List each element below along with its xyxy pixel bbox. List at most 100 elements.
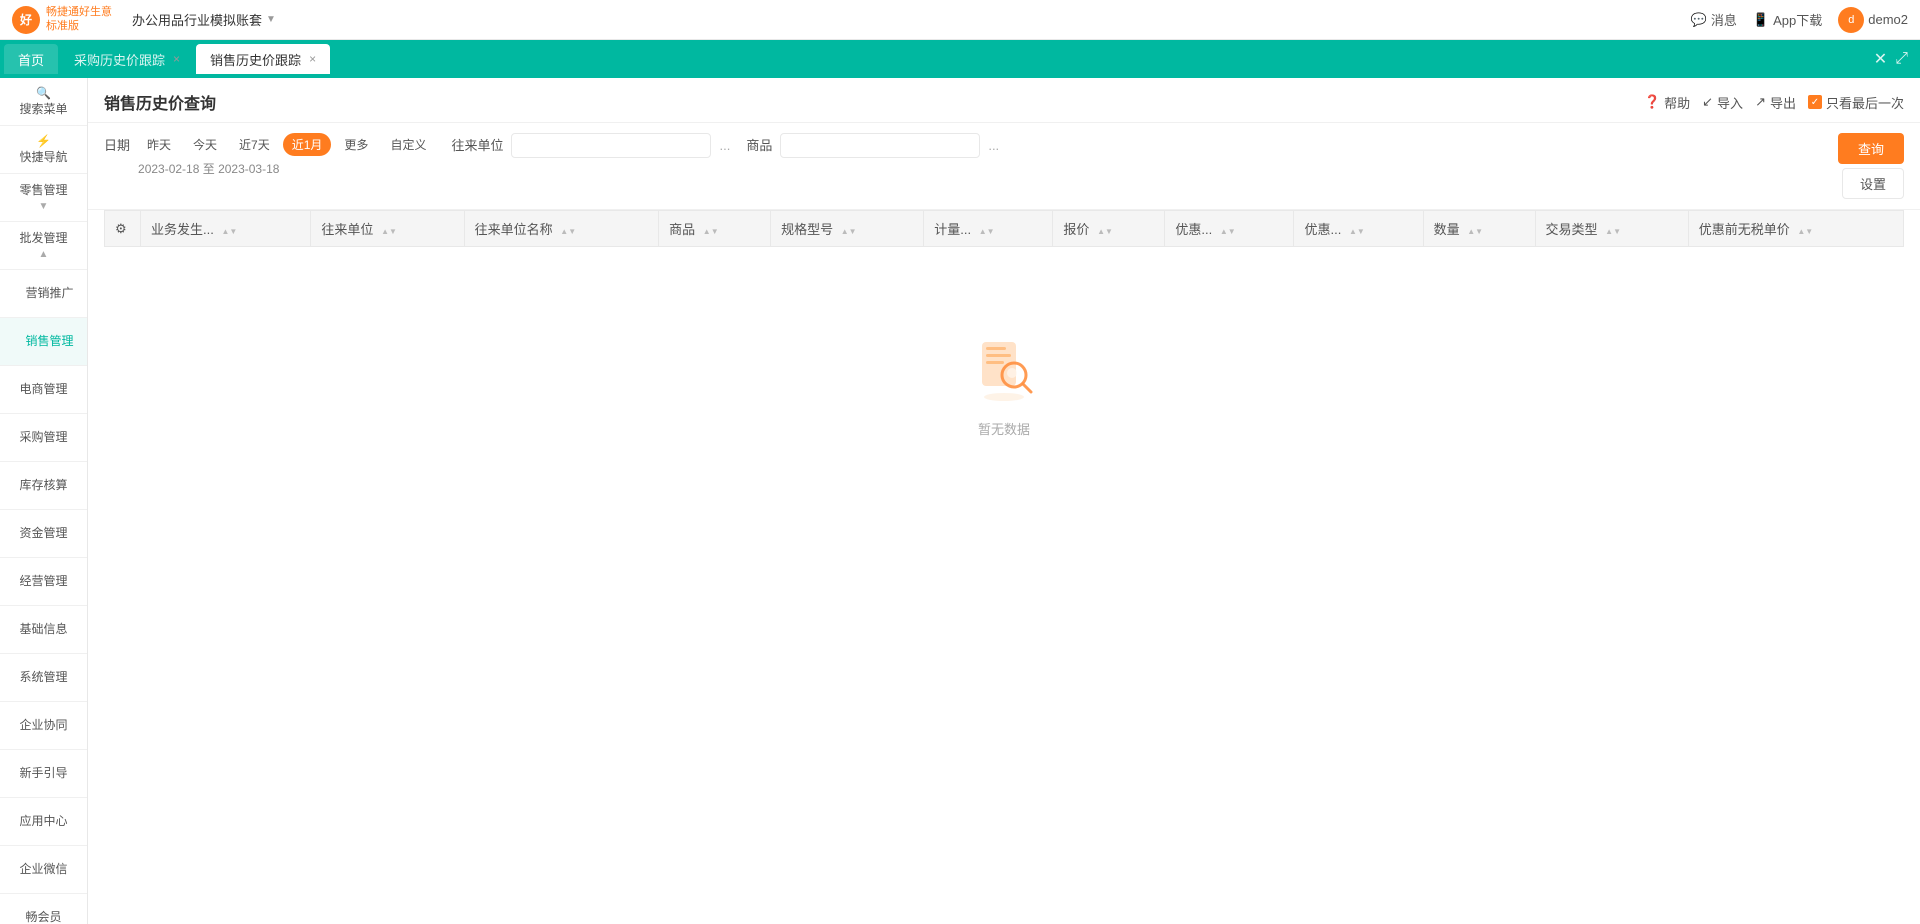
chevron-down-icon: ▼: [39, 201, 49, 212]
page-header-actions: ❓ 帮助 ↙ 导入 ↗ 导出 只看最后一次: [1644, 93, 1904, 112]
date-label: 日期: [104, 133, 130, 154]
partner-label: 往来单位: [451, 133, 503, 154]
chevron-up-icon: ▲: [39, 249, 49, 260]
sidebar-item-marketing[interactable]: 营销推广: [0, 270, 87, 318]
table-col-trade-type: 交易类型 ▲▼: [1535, 211, 1688, 247]
date-btn-last7[interactable]: 近7天: [230, 133, 279, 156]
sidebar-item-basic-info[interactable]: 基础信息: [0, 606, 87, 654]
top-bar-left: 好 畅捷通好生意 标准版 办公用品行业模拟账套 ▼: [12, 6, 276, 34]
table-col-price: 报价 ▲▼: [1053, 211, 1165, 247]
partner-input[interactable]: [511, 133, 711, 158]
table-col-discount1: 优惠... ▲▼: [1165, 211, 1294, 247]
sort-icon: ▲▼: [1349, 227, 1365, 236]
tab-sales-history[interactable]: 销售历史价跟踪 ×: [196, 44, 330, 74]
filter-area: 日期 昨天 今天 近7天 近1月 更多 自定义 2023-02-18 至 202…: [88, 123, 1920, 210]
user-profile[interactable]: d demo2: [1838, 7, 1908, 33]
top-bar-right: 💬 消息 📱 App下载 d demo2: [1691, 7, 1908, 33]
sidebar-item-retail[interactable]: 零售管理 ▼: [0, 174, 87, 222]
table-col-pretax-price: 优惠前无税单价 ▲▼: [1688, 211, 1903, 247]
sort-icon: ▲▼: [841, 227, 857, 236]
import-btn[interactable]: ↙ 导入: [1702, 93, 1743, 112]
partner-filter-group: 往来单位 ...: [451, 133, 730, 158]
sort-icon: ▲▼: [1605, 227, 1621, 236]
logo-icon: 好: [12, 6, 40, 34]
only-last-checkbox[interactable]: 只看最后一次: [1808, 93, 1904, 112]
avatar: d: [1838, 7, 1864, 33]
help-btn[interactable]: ❓ 帮助: [1644, 93, 1690, 112]
date-btn-today[interactable]: 今天: [184, 133, 226, 156]
table-col-unit: 计量... ▲▼: [924, 211, 1053, 247]
message-btn[interactable]: 💬 消息: [1691, 10, 1737, 29]
sidebar-item-guide[interactable]: 新手引导: [0, 750, 87, 798]
partner-ellipsis-btn[interactable]: ...: [719, 138, 730, 153]
export-btn[interactable]: ↗ 导出: [1755, 93, 1796, 112]
date-btn-yesterday[interactable]: 昨天: [138, 133, 180, 156]
sidebar-item-inventory[interactable]: 库存核算: [0, 462, 87, 510]
table-col-product: 商品 ▲▼: [659, 211, 771, 247]
page-header: 销售历史价查询 ❓ 帮助 ↙ 导入 ↗ 导出 只看最后一次: [88, 78, 1920, 123]
page-title: 销售历史价查询: [104, 90, 216, 114]
top-bar: 好 畅捷通好生意 标准版 办公用品行业模拟账套 ▼ 💬 消息 📱 App下载 d…: [0, 0, 1920, 40]
sidebar-item-system[interactable]: 系统管理: [0, 654, 87, 702]
table-col-spec: 规格型号 ▲▼: [771, 211, 924, 247]
sort-icon: ▲▼: [381, 227, 397, 236]
message-icon: 💬: [1691, 12, 1707, 28]
tab-close-purchase[interactable]: ×: [173, 52, 180, 66]
download-icon: 📱: [1753, 12, 1769, 28]
tab-home[interactable]: 首页: [4, 44, 58, 74]
table-col-discount2: 优惠... ▲▼: [1294, 211, 1423, 247]
checkbox-icon: [1808, 95, 1822, 109]
sidebar-item-purchase[interactable]: 采购管理: [0, 414, 87, 462]
table-col-qty: 数量 ▲▼: [1423, 211, 1535, 247]
maximize-btn[interactable]: ⤢: [1895, 50, 1908, 68]
sidebar-item-search[interactable]: 🔍 搜索菜单: [0, 78, 87, 126]
sidebar-item-enterprise[interactable]: 企业协同: [0, 702, 87, 750]
sidebar-item-wholesale[interactable]: 批发管理 ▲: [0, 222, 87, 270]
date-range-text: 2023-02-18 至 2023-03-18: [138, 160, 435, 177]
sidebar-item-member[interactable]: 畅会员: [0, 894, 87, 924]
search-icon: 🔍: [36, 86, 51, 100]
settings-col-icon[interactable]: ⚙: [115, 221, 127, 236]
sort-icon: ▲▼: [560, 227, 576, 236]
table-col-biz-date: 业务发生... ▲▼: [141, 211, 311, 247]
sort-icon: ▲▼: [1220, 227, 1236, 236]
tab-close-sales[interactable]: ×: [309, 52, 316, 66]
export-icon: ↗: [1755, 94, 1766, 110]
app-selector[interactable]: 办公用品行业模拟账套 ▼: [132, 10, 276, 29]
empty-state: 暂无数据: [104, 247, 1904, 518]
quicknav-icon: ⚡: [36, 134, 51, 148]
close-window-btn[interactable]: ✕: [1874, 49, 1887, 69]
sidebar-item-wechat[interactable]: 企业微信: [0, 846, 87, 894]
date-btn-more[interactable]: 更多: [335, 133, 377, 156]
product-filter-group: 商品 ...: [746, 133, 999, 158]
sidebar-item-sales-mgmt[interactable]: 销售管理: [0, 318, 87, 366]
product-label: 商品: [746, 133, 772, 154]
date-options: 昨天 今天 近7天 近1月 更多 自定义 2023-02-18 至 2023-0…: [138, 133, 435, 177]
query-button[interactable]: 查询: [1838, 133, 1904, 164]
empty-icon: [964, 327, 1044, 407]
sidebar: 🔍 搜索菜单 ⚡ 快捷导航 零售管理 ▼ 批发管理 ▲ 营销推广 销售管理 电商…: [0, 78, 88, 924]
tab-purchase-history[interactable]: 采购历史价跟踪 ×: [60, 44, 194, 74]
settings-button[interactable]: 设置: [1842, 168, 1904, 199]
table-container: ⚙ 业务发生... ▲▼ 往来单位 ▲▼ 往来单位名称 ▲▼: [88, 210, 1920, 924]
product-input[interactable]: [780, 133, 980, 158]
data-table: ⚙ 业务发生... ▲▼ 往来单位 ▲▼ 往来单位名称 ▲▼: [104, 210, 1904, 247]
sort-icon: ▲▼: [1797, 227, 1813, 236]
sidebar-item-finance[interactable]: 资金管理: [0, 510, 87, 558]
sort-icon: ▲▼: [221, 227, 237, 236]
sort-icon: ▲▼: [1097, 227, 1113, 236]
sidebar-item-operation[interactable]: 经营管理: [0, 558, 87, 606]
app-download-btn[interactable]: 📱 App下载: [1753, 10, 1822, 29]
sidebar-item-app-center[interactable]: 应用中心: [0, 798, 87, 846]
date-btn-custom[interactable]: 自定义: [381, 133, 435, 156]
sort-icon: ▲▼: [703, 227, 719, 236]
product-ellipsis-btn[interactable]: ...: [988, 138, 999, 153]
date-btn-last1m[interactable]: 近1月: [283, 133, 332, 156]
tab-bar-actions: ✕ ⤢: [1874, 49, 1916, 69]
sidebar-item-ecommerce[interactable]: 电商管理: [0, 366, 87, 414]
import-icon: ↙: [1702, 94, 1713, 110]
table-col-partner-id: 往来单位 ▲▼: [311, 211, 464, 247]
sidebar-item-quick-nav[interactable]: ⚡ 快捷导航: [0, 126, 87, 174]
empty-text: 暂无数据: [978, 419, 1030, 438]
product-input-group: ...: [780, 133, 999, 158]
